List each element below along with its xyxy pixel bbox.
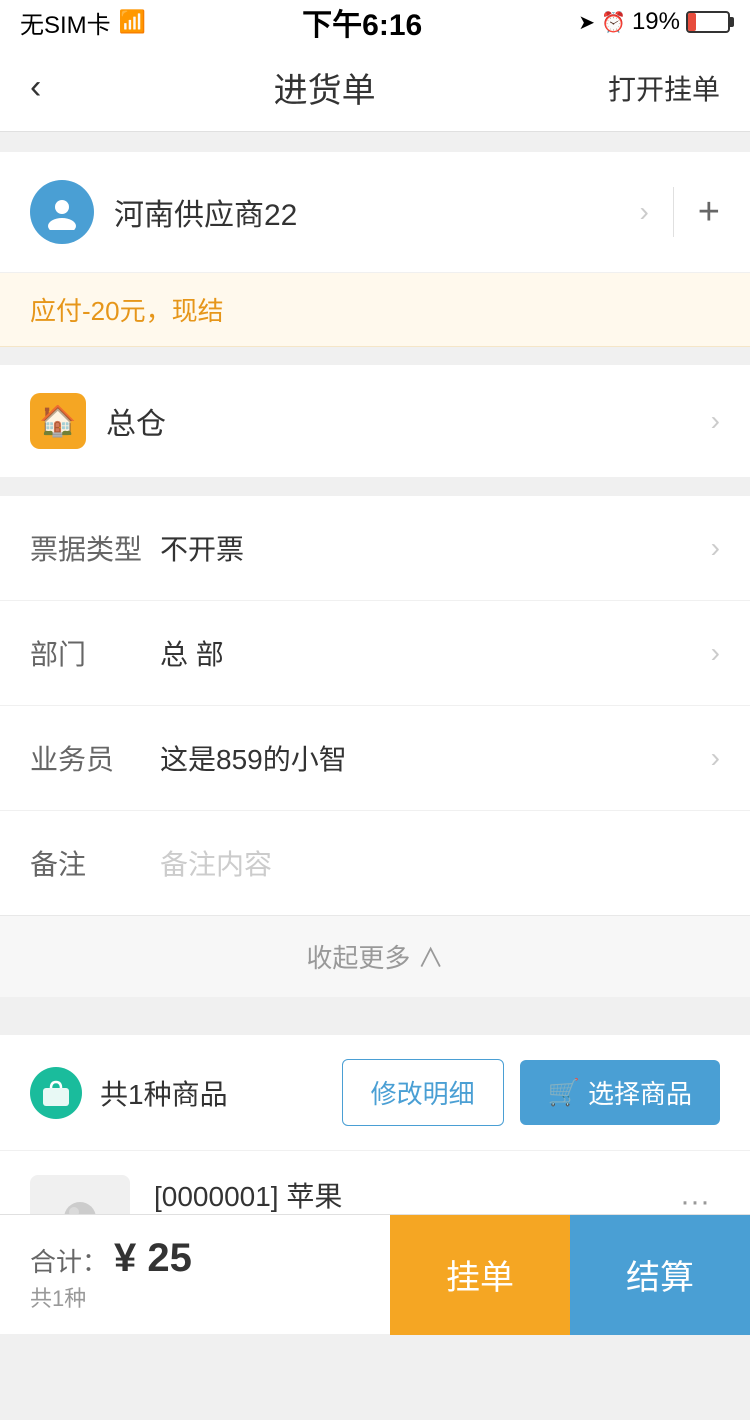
footer: 合计： ¥ 25 共1种 挂单 结算	[0, 1214, 750, 1334]
status-right: ➤ ⏰ 19%	[578, 8, 730, 36]
warehouse-chevron-icon: ›	[711, 405, 720, 437]
supplier-avatar	[30, 180, 94, 244]
salesperson-chevron-icon: ›	[711, 742, 720, 774]
supplier-name: 河南供应商22	[114, 190, 639, 234]
status-bar: 无SIM卡 📶 下午6:16 ➤ ⏰ 19%	[0, 0, 750, 44]
notice-bar: 应付-20元，现结	[0, 273, 750, 347]
products-header: 共1种商品 修改明细 🛒 选择商品	[0, 1035, 750, 1151]
department-value: 总 部	[160, 633, 711, 673]
invoice-type-value: 不开票	[160, 528, 711, 568]
back-button[interactable]: ‹	[30, 68, 41, 107]
battery-percent: 19%	[632, 8, 680, 36]
open-pending-button[interactable]: 打开挂单	[608, 68, 720, 108]
invoice-chevron-icon: ›	[711, 532, 720, 564]
add-supplier-button[interactable]: +	[698, 191, 720, 234]
nav-bar: ‹ 进货单 打开挂单	[0, 44, 750, 132]
products-bag-icon	[30, 1067, 82, 1119]
page-title: 进货单	[274, 63, 376, 112]
invoice-type-row[interactable]: 票据类型 不开票 ›	[0, 495, 750, 600]
footer-total: 合计： ¥ 25 共1种	[0, 1236, 390, 1313]
remark-input[interactable]: 备注内容	[160, 843, 720, 883]
total-count: 共1种	[30, 1281, 360, 1313]
warehouse-section: 🏠 总仓 ›	[0, 365, 750, 477]
remark-row[interactable]: 备注 备注内容	[0, 810, 750, 915]
warehouse-row[interactable]: 🏠 总仓 ›	[0, 365, 750, 477]
product-name: [0000001] 苹果	[154, 1175, 670, 1215]
salesperson-value: 这是859的小智	[160, 738, 711, 778]
product-title: 苹果	[286, 1181, 342, 1212]
wifi-icon: 📶	[119, 9, 146, 35]
salesperson-row[interactable]: 业务员 这是859的小智 ›	[0, 705, 750, 810]
supplier-section: 河南供应商22 › + 应付-20元，现结	[0, 152, 750, 347]
select-product-button[interactable]: 🛒 选择商品	[520, 1060, 720, 1125]
total-amount: ¥ 25	[114, 1236, 192, 1281]
battery-icon	[686, 11, 730, 33]
form-section: 票据类型 不开票 › 部门 总 部 › 业务员 这是859的小智 › 备注 备注…	[0, 495, 750, 915]
supplier-row[interactable]: 河南供应商22 › +	[0, 152, 750, 273]
cart-icon: 🛒	[548, 1077, 580, 1108]
gap-3	[0, 477, 750, 495]
warehouse-icon: 🏠	[30, 393, 86, 449]
total-label: 合计：	[30, 1242, 108, 1279]
gap-4	[0, 997, 750, 1015]
department-label: 部门	[30, 633, 160, 673]
edit-detail-button[interactable]: 修改明细	[342, 1059, 504, 1126]
collapse-bar[interactable]: 收起更多 ∧	[0, 915, 750, 997]
department-row[interactable]: 部门 总 部 ›	[0, 600, 750, 705]
product-id: [0000001]	[154, 1181, 279, 1212]
products-count: 共1种商品	[100, 1073, 342, 1113]
select-product-label: 选择商品	[588, 1074, 692, 1111]
invoice-type-label: 票据类型	[30, 528, 160, 568]
status-left: 无SIM卡 📶	[20, 5, 146, 40]
supplier-chevron-icon: ›	[639, 196, 648, 228]
status-time: 下午6:16	[302, 0, 422, 44]
sim-text: 无SIM卡	[20, 5, 111, 40]
alarm-icon: ⏰	[601, 10, 626, 35]
hang-button[interactable]: 挂单	[390, 1215, 570, 1335]
salesperson-label: 业务员	[30, 738, 160, 778]
checkout-button[interactable]: 结算	[570, 1215, 750, 1335]
location-icon: ➤	[578, 10, 595, 35]
gap-2	[0, 347, 750, 365]
warehouse-name: 总仓	[106, 399, 711, 443]
gap-1	[0, 132, 750, 152]
remark-label: 备注	[30, 843, 160, 883]
department-chevron-icon: ›	[711, 637, 720, 669]
divider	[673, 187, 674, 237]
